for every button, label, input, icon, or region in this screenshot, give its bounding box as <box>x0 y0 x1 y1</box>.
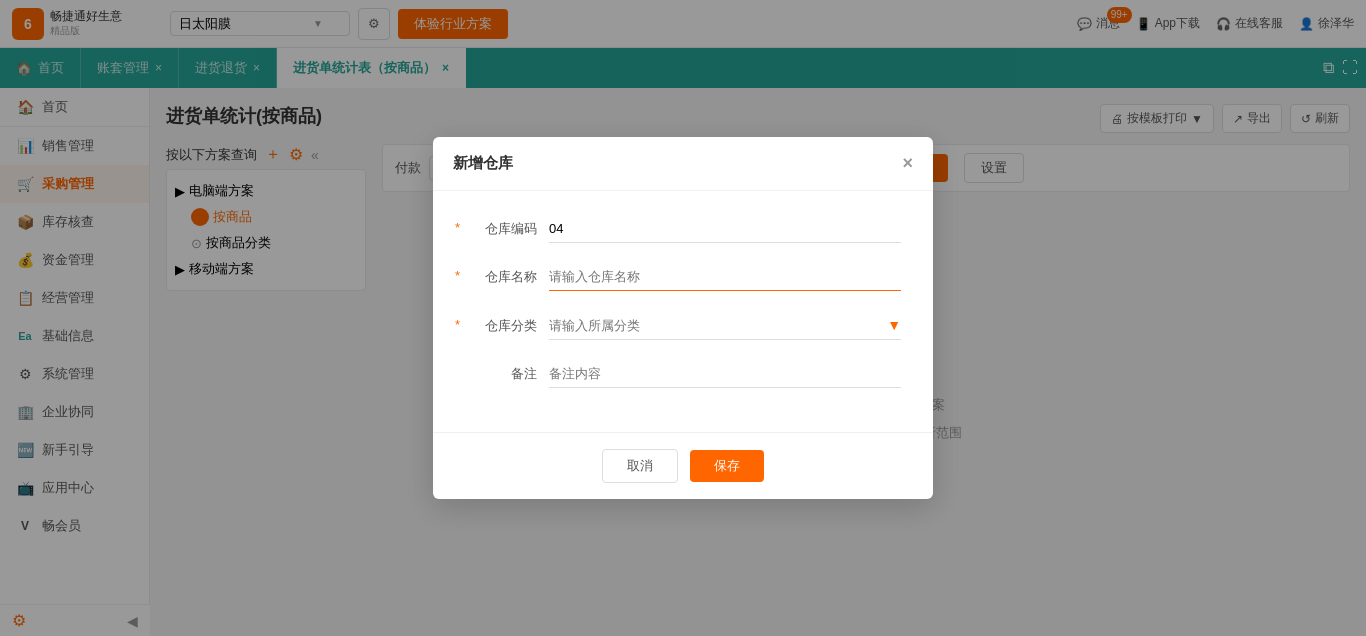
category-input[interactable] <box>549 318 887 333</box>
category-select-wrap[interactable]: ▼ <box>549 311 901 340</box>
form-row-category: 仓库分类 ▼ <box>465 311 901 340</box>
form-row-name: 仓库名称 <box>465 263 901 291</box>
new-warehouse-modal: 新增仓库 × 仓库编码 仓库名称 仓库分类 ▼ 备注 取消 保存 <box>433 137 933 499</box>
category-dropdown-icon[interactable]: ▼ <box>887 317 901 333</box>
name-label: 仓库名称 <box>465 268 537 286</box>
cancel-button[interactable]: 取消 <box>602 449 678 483</box>
save-button[interactable]: 保存 <box>690 450 764 482</box>
code-label: 仓库编码 <box>465 220 537 238</box>
modal-title: 新增仓库 <box>453 154 513 173</box>
modal-close-button[interactable]: × <box>902 153 913 174</box>
form-row-code: 仓库编码 <box>465 215 901 243</box>
name-input[interactable] <box>549 263 901 291</box>
modal-body: 仓库编码 仓库名称 仓库分类 ▼ 备注 <box>433 191 933 432</box>
note-label: 备注 <box>465 365 537 383</box>
modal-header: 新增仓库 × <box>433 137 933 191</box>
code-input[interactable] <box>549 215 901 243</box>
form-row-note: 备注 <box>465 360 901 388</box>
modal-footer: 取消 保存 <box>433 432 933 499</box>
note-input[interactable] <box>549 360 901 388</box>
category-label: 仓库分类 <box>465 317 537 335</box>
